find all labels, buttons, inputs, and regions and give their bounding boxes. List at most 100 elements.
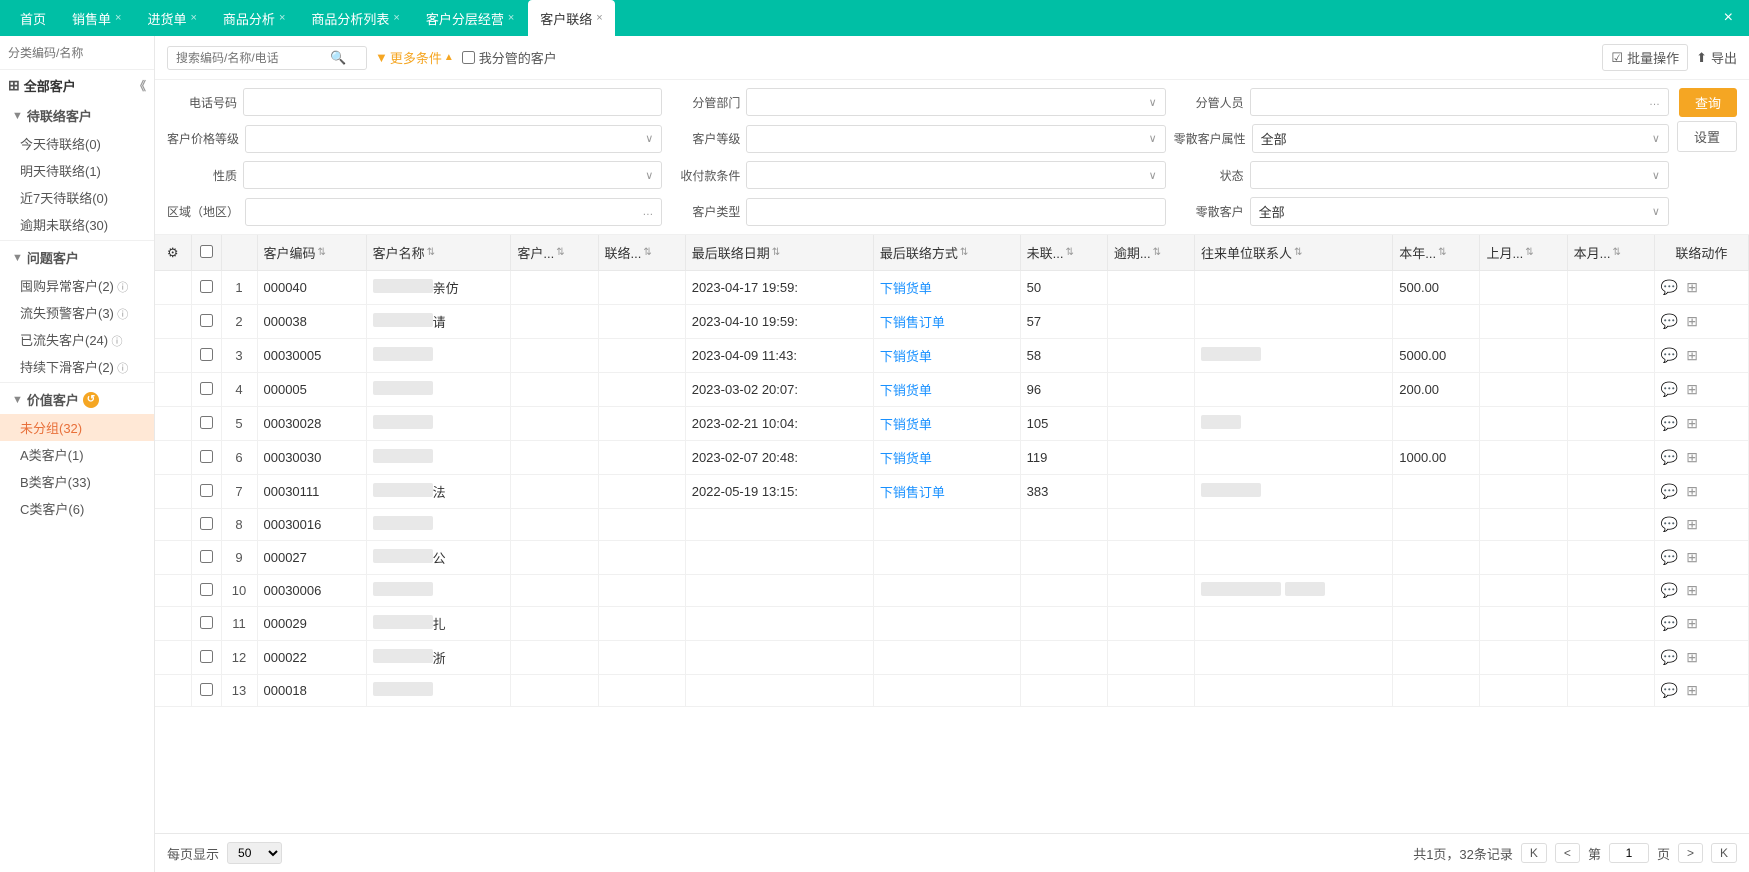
last-method-link[interactable]: 下销售订单 [880, 315, 945, 330]
last-method-link[interactable]: 下销售订单 [880, 485, 945, 500]
filter-customer-tier-select[interactable]: ∨ [746, 125, 1165, 153]
filter-payment-select[interactable]: ∨ [746, 161, 1165, 189]
td-checkbox[interactable] [191, 541, 221, 575]
td-checkbox[interactable] [191, 407, 221, 441]
my-customers-checkbox[interactable] [462, 51, 475, 64]
chat-icon[interactable]: 💬 [1661, 279, 1678, 296]
grid-action-icon[interactable]: ⊞ [1686, 516, 1698, 533]
tab-product-analysis[interactable]: 商品分析 × [211, 0, 297, 36]
last-method-link[interactable]: 下销货单 [880, 281, 932, 296]
row-checkbox[interactable] [200, 583, 213, 596]
info-icon-1[interactable]: ⓘ [117, 282, 128, 294]
reset-button[interactable]: 设置 [1677, 121, 1737, 152]
th-code[interactable]: 客户编码 ⇅ [257, 235, 366, 271]
grid-action-icon[interactable]: ⊞ [1686, 682, 1698, 699]
sidebar-item-tomorrow-pending[interactable]: 明天待联络(1) [0, 157, 154, 184]
page-size-select[interactable]: 50 20 100 [227, 842, 282, 864]
td-checkbox[interactable] [191, 675, 221, 707]
chat-icon[interactable]: 💬 [1661, 347, 1678, 364]
sidebar-item-overdue-pending[interactable]: 逾期未联络(30) [0, 211, 154, 238]
th-overdue[interactable]: 逾期... ⇅ [1107, 235, 1194, 271]
tab-purchase-close[interactable]: × [190, 12, 196, 24]
chat-icon[interactable]: 💬 [1661, 615, 1678, 632]
last-method-link[interactable]: 下销货单 [880, 451, 932, 466]
sort-name-icon[interactable]: ⇅ [427, 247, 435, 258]
td-checkbox[interactable] [191, 475, 221, 509]
chat-icon[interactable]: 💬 [1661, 415, 1678, 432]
th-settings[interactable]: ⚙ [155, 235, 191, 271]
th-this-month[interactable]: 本月... ⇅ [1567, 235, 1654, 271]
tab-product-analysis-list[interactable]: 商品分析列表 × [299, 0, 411, 36]
tab-customer-tier[interactable]: 客户分层经营 × [414, 0, 526, 36]
chat-icon[interactable]: 💬 [1661, 682, 1678, 699]
tab-home[interactable]: 首页 [8, 0, 58, 36]
last-method-link[interactable]: 下销货单 [880, 383, 932, 398]
grid-action-icon[interactable]: ⊞ [1686, 381, 1698, 398]
sidebar-item-churned[interactable]: 已流失客户(24) ⓘ [0, 326, 154, 353]
td-last-method[interactable]: 下销货单 [873, 271, 1020, 305]
filter-manager-input[interactable]: … [1250, 88, 1669, 116]
chat-icon[interactable]: 💬 [1661, 449, 1678, 466]
chat-icon[interactable]: 💬 [1661, 649, 1678, 666]
filter-search-icon[interactable]: 🔍 [330, 50, 346, 66]
tab-customer-contact[interactable]: 客户联络 × [528, 0, 614, 36]
th-this-year[interactable]: 本年... ⇅ [1393, 235, 1480, 271]
td-last-method[interactable]: 下销售订单 [873, 305, 1020, 339]
sort-partner-contact-icon[interactable]: ⇅ [1294, 247, 1302, 258]
row-checkbox[interactable] [200, 650, 213, 663]
filter-phone-input[interactable] [243, 88, 662, 116]
sort-last-month-icon[interactable]: ⇅ [1525, 247, 1533, 258]
filter-status-select[interactable]: ∨ [1250, 161, 1669, 189]
th-last-date[interactable]: 最后联络日期 ⇅ [685, 235, 873, 271]
my-customers-checkbox-label[interactable]: 我分管的客户 [462, 48, 557, 67]
th-checkbox[interactable] [191, 235, 221, 271]
sidebar-group-problem[interactable]: ▼ 问题客户 [0, 243, 154, 272]
sidebar-item-declining[interactable]: 持续下滑客户(2) ⓘ [0, 353, 154, 380]
row-checkbox[interactable] [200, 416, 213, 429]
th-last-month[interactable]: 上月... ⇅ [1480, 235, 1567, 271]
sidebar-all-customers[interactable]: ⊞ 全部客户 《 [0, 70, 154, 101]
row-checkbox[interactable] [200, 550, 213, 563]
info-icon-3[interactable]: ⓘ [111, 336, 122, 348]
row-checkbox[interactable] [200, 348, 213, 361]
td-checkbox[interactable] [191, 607, 221, 641]
tab-product-analysis-list-close[interactable]: × [393, 12, 399, 24]
batch-ops-button[interactable]: ☑ 批量操作 [1602, 44, 1688, 71]
chat-icon[interactable]: 💬 [1661, 549, 1678, 566]
chat-icon[interactable]: 💬 [1661, 381, 1678, 398]
td-last-method[interactable]: 下销售订单 [873, 475, 1020, 509]
sort-this-year-icon[interactable]: ⇅ [1438, 247, 1446, 258]
grid-action-icon[interactable]: ⊞ [1686, 549, 1698, 566]
filter-search-input[interactable] [176, 51, 326, 65]
sort-code-icon[interactable]: ⇅ [318, 247, 326, 258]
sort-last-date-icon[interactable]: ⇅ [772, 247, 780, 258]
th-uncontacted[interactable]: 未联... ⇅ [1020, 235, 1107, 271]
row-checkbox[interactable] [200, 314, 213, 327]
filter-dept-select[interactable]: ∨ [746, 88, 1165, 116]
td-last-method[interactable]: 下销货单 [873, 373, 1020, 407]
th-name[interactable]: 客户名称 ⇅ [366, 235, 511, 271]
td-checkbox[interactable] [191, 339, 221, 373]
filter-price-tier-select[interactable]: ∨ [245, 125, 662, 153]
grid-action-icon[interactable]: ⊞ [1686, 582, 1698, 599]
row-checkbox[interactable] [200, 616, 213, 629]
query-button[interactable]: 查询 [1679, 88, 1737, 117]
sidebar-item-class-a[interactable]: A类客户(1) [0, 441, 154, 468]
select-all-checkbox[interactable] [200, 245, 213, 258]
sidebar-item-unclassified[interactable]: 未分组(32) [0, 414, 154, 441]
td-checkbox[interactable] [191, 271, 221, 305]
grid-action-icon[interactable]: ⊞ [1686, 615, 1698, 632]
info-icon-4[interactable]: ⓘ [117, 363, 128, 375]
row-checkbox[interactable] [200, 484, 213, 497]
chat-icon[interactable]: 💬 [1661, 516, 1678, 533]
sort-last-method-icon[interactable]: ⇅ [960, 247, 968, 258]
td-checkbox[interactable] [191, 575, 221, 607]
td-last-method[interactable]: 下销货单 [873, 441, 1020, 475]
region-dots-icon[interactable]: … [642, 206, 653, 218]
grid-action-icon[interactable]: ⊞ [1686, 347, 1698, 364]
filter-customer-type-input[interactable] [746, 198, 1165, 226]
filter-retail-customer-select[interactable]: 全部∨ [1250, 197, 1669, 226]
sidebar-collapse-icon[interactable]: 《 [134, 77, 146, 94]
filter-nature-select[interactable]: ∨ [243, 161, 662, 189]
sidebar-item-class-c[interactable]: C类客户(6) [0, 495, 154, 522]
